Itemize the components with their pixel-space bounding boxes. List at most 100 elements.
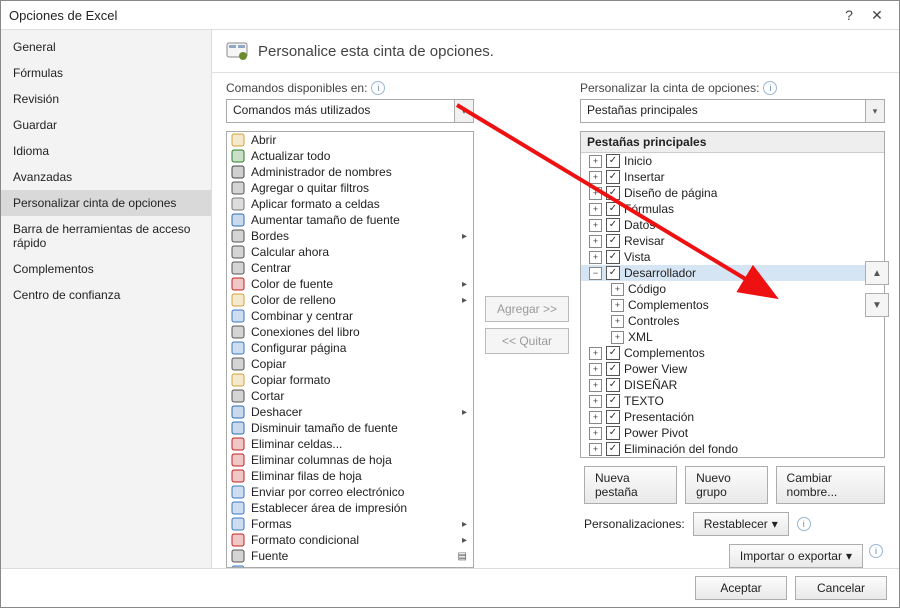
help-button[interactable]: ? (835, 7, 863, 23)
remove-button[interactable]: << Quitar (485, 328, 569, 354)
command-item[interactable]: Eliminar filas de hoja (227, 468, 473, 484)
cancel-button[interactable]: Cancelar (795, 576, 887, 600)
tab-checkbox[interactable] (606, 218, 620, 232)
expand-icon[interactable]: + (589, 443, 602, 456)
sidebar-item[interactable]: Centro de confianza (1, 282, 211, 308)
command-item[interactable]: Aplicar formato a celdas (227, 196, 473, 212)
command-item[interactable]: Fuente▤ (227, 548, 473, 564)
expand-icon[interactable]: + (589, 171, 602, 184)
command-item[interactable]: Formas▸ (227, 516, 473, 532)
tab-checkbox[interactable] (606, 186, 620, 200)
tree-tab-row[interactable]: +Insertar (581, 169, 884, 185)
tab-checkbox[interactable] (606, 410, 620, 424)
expand-icon[interactable]: + (589, 379, 602, 392)
tree-group-row[interactable]: +XML (581, 329, 884, 345)
tree-tab-row[interactable]: +Inicio (581, 153, 884, 169)
tab-checkbox[interactable] (606, 266, 620, 280)
tab-checkbox[interactable] (606, 442, 620, 456)
tree-tab-row[interactable]: −Desarrollador (581, 265, 884, 281)
tree-tab-row[interactable]: +Datos (581, 217, 884, 233)
tree-tab-row[interactable]: +Eliminación del fondo (581, 441, 884, 457)
sidebar-item[interactable]: General (1, 34, 211, 60)
sidebar-item[interactable]: Revisión (1, 86, 211, 112)
command-item[interactable]: Configurar página (227, 340, 473, 356)
tree-tab-row[interactable]: +Vista (581, 249, 884, 265)
expand-icon[interactable]: + (589, 427, 602, 440)
command-item[interactable]: Enviar por correo electrónico (227, 484, 473, 500)
new-group-button[interactable]: Nuevo grupo (685, 466, 767, 504)
expand-icon[interactable]: + (589, 411, 602, 424)
expand-icon[interactable]: + (611, 299, 624, 312)
tab-checkbox[interactable] (606, 394, 620, 408)
tab-checkbox[interactable] (606, 234, 620, 248)
command-item[interactable]: Combinar y centrar (227, 308, 473, 324)
expand-icon[interactable]: + (589, 219, 602, 232)
tree-group-row[interactable]: +Controles (581, 313, 884, 329)
tree-group-row[interactable]: +Complementos (581, 297, 884, 313)
command-item[interactable]: Copiar (227, 356, 473, 372)
tree-tab-row[interactable]: +Presentación (581, 409, 884, 425)
sidebar-item[interactable]: Avanzadas (1, 164, 211, 190)
command-item[interactable]: Cortar (227, 388, 473, 404)
info-icon[interactable]: i (797, 517, 811, 531)
command-item[interactable]: Agregar o quitar filtros (227, 180, 473, 196)
expand-icon[interactable]: + (589, 251, 602, 264)
move-up-button[interactable]: ▲ (865, 261, 889, 285)
sidebar-item[interactable]: Fórmulas (1, 60, 211, 86)
tab-checkbox[interactable] (606, 250, 620, 264)
expand-icon[interactable]: + (611, 283, 624, 296)
expand-icon[interactable]: + (589, 155, 602, 168)
sidebar-item[interactable]: Guardar (1, 112, 211, 138)
command-item[interactable]: Administrador de nombres (227, 164, 473, 180)
tab-checkbox[interactable] (606, 170, 620, 184)
import-export-dropdown[interactable]: Importar o exportar▾ (729, 544, 863, 568)
chevron-down-icon[interactable]: ▾ (454, 100, 473, 122)
tree-tab-row[interactable]: +DISEÑAR (581, 377, 884, 393)
info-icon[interactable]: i (371, 81, 385, 95)
command-item[interactable]: Establecer área de impresión (227, 500, 473, 516)
tab-checkbox[interactable] (606, 202, 620, 216)
tab-checkbox[interactable] (606, 154, 620, 168)
expand-icon[interactable]: + (611, 331, 624, 344)
ribbon-tabs-combo[interactable]: Pestañas principales ▾ (580, 99, 885, 123)
expand-icon[interactable]: + (589, 235, 602, 248)
chevron-down-icon[interactable]: ▾ (865, 100, 884, 122)
info-icon[interactable]: i (763, 81, 777, 95)
command-item[interactable]: Color de fuente▸ (227, 276, 473, 292)
command-item[interactable]: Actualizar todo (227, 148, 473, 164)
reset-dropdown[interactable]: Restablecer▾ (693, 512, 789, 536)
sidebar-item[interactable]: Complementos (1, 256, 211, 282)
collapse-icon[interactable]: − (589, 267, 602, 280)
tab-checkbox[interactable] (606, 362, 620, 376)
expand-icon[interactable]: + (589, 203, 602, 216)
command-item[interactable]: Copiar formato (227, 372, 473, 388)
tree-tab-row[interactable]: +Power View (581, 361, 884, 377)
commands-from-combo[interactable]: Comandos más utilizados ▾ (226, 99, 474, 123)
command-item[interactable]: Guardar (227, 564, 473, 568)
command-item[interactable]: Deshacer▸ (227, 404, 473, 420)
sidebar-item[interactable]: Personalizar cinta de opciones (1, 190, 211, 216)
command-item[interactable]: Abrir (227, 132, 473, 148)
command-item[interactable]: Calcular ahora (227, 244, 473, 260)
close-button[interactable]: ✕ (863, 7, 891, 24)
ok-button[interactable]: Aceptar (695, 576, 787, 600)
command-item[interactable]: Formato condicional▸ (227, 532, 473, 548)
rename-button[interactable]: Cambiar nombre... (776, 466, 885, 504)
sidebar-item[interactable]: Idioma (1, 138, 211, 164)
command-item[interactable]: Eliminar celdas... (227, 436, 473, 452)
command-item[interactable]: Conexiones del libro (227, 324, 473, 340)
move-down-button[interactable]: ▼ (865, 293, 889, 317)
expand-icon[interactable]: + (589, 395, 602, 408)
tree-tab-row[interactable]: +Revisar (581, 233, 884, 249)
command-item[interactable]: Bordes▸ (227, 228, 473, 244)
sidebar-item[interactable]: Barra de herramientas de acceso rápido (1, 216, 211, 256)
command-item[interactable]: Eliminar columnas de hoja (227, 452, 473, 468)
tree-tab-row[interactable]: +Complementos (581, 345, 884, 361)
command-item[interactable]: Aumentar tamaño de fuente (227, 212, 473, 228)
tab-checkbox[interactable] (606, 426, 620, 440)
expand-icon[interactable]: + (589, 187, 602, 200)
add-button[interactable]: Agregar >> (485, 296, 569, 322)
new-tab-button[interactable]: Nueva pestaña (584, 466, 677, 504)
tree-tab-row[interactable]: +Fórmulas (581, 201, 884, 217)
command-item[interactable]: Disminuir tamaño de fuente (227, 420, 473, 436)
